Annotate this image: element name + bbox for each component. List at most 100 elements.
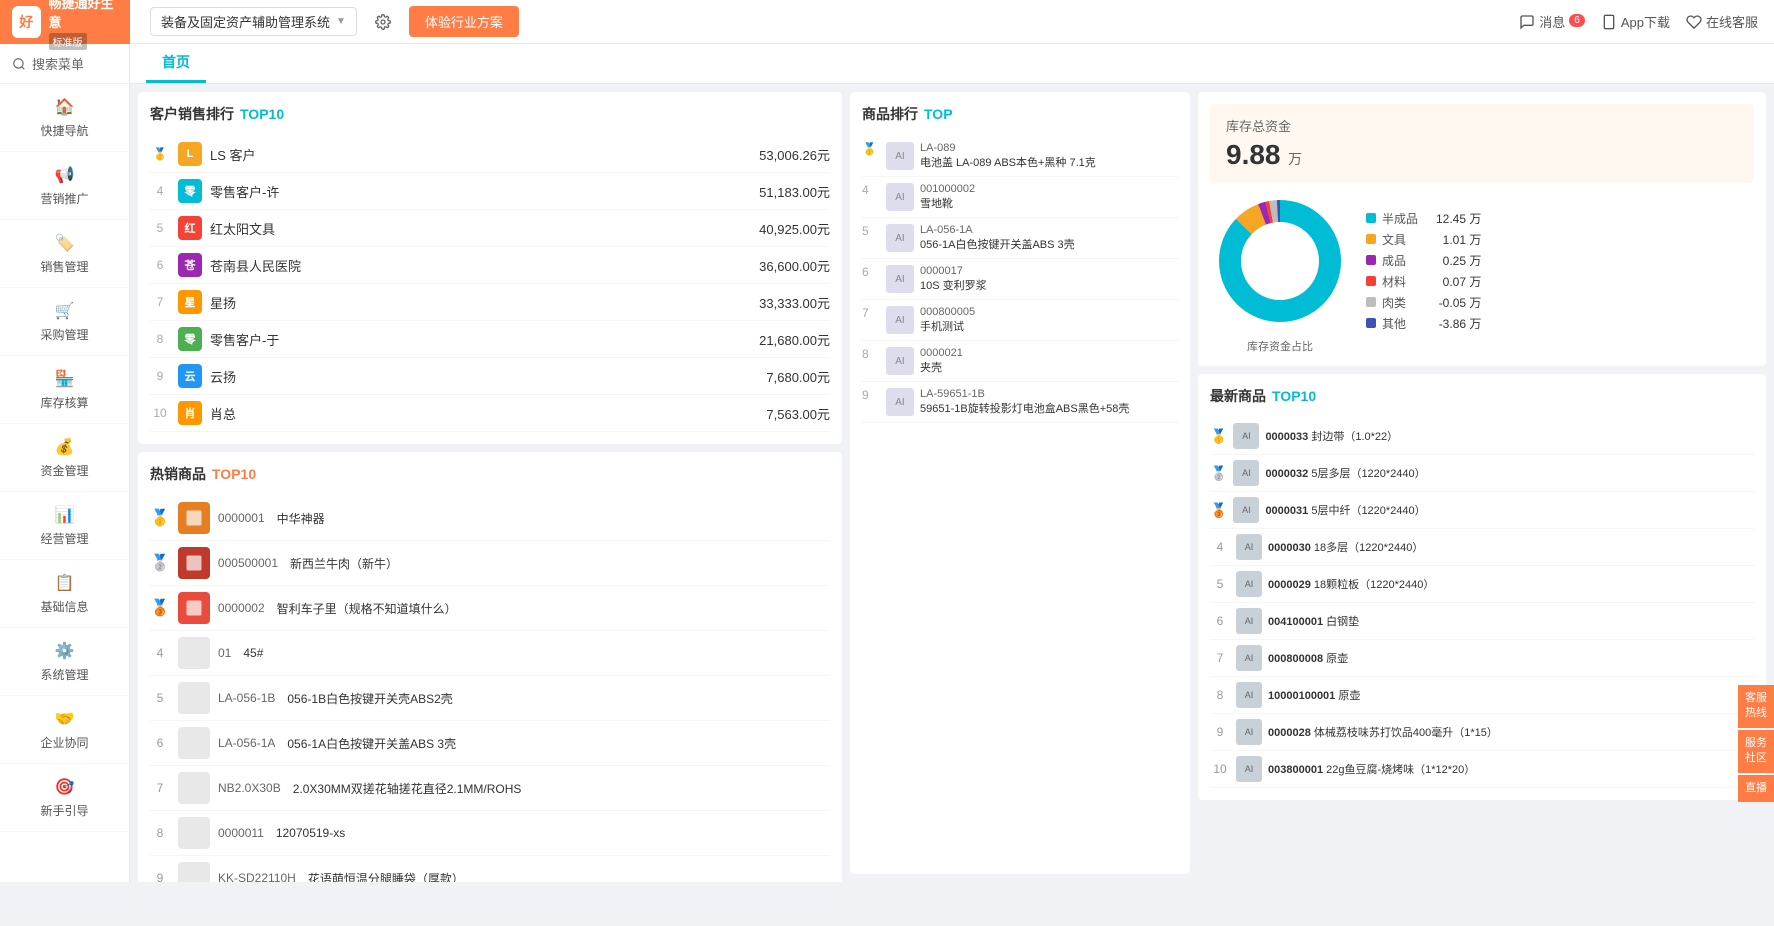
newest-item-10: 10 AI 003800001 22g鱼豆腐-烧烤味（1*12*20） [1210, 751, 1754, 788]
rank-badge: 零 [178, 327, 202, 351]
trial-button[interactable]: 体验行业方案 [409, 6, 519, 37]
legend-dot-4 [1366, 276, 1376, 286]
legend-name-3: 成品 [1382, 252, 1422, 269]
float-btn-service[interactable]: 客服热线 [1738, 685, 1774, 728]
product-desc-2: 雪地靴 [920, 195, 1178, 211]
app-body: 搜索菜单 🏠 快捷导航 📢 营销推广 🏷️ 销售管理 🛒 采购管理 🏪 库存核算… [0, 44, 1774, 882]
ranking-row-4: 6 苍 苍南县人民医院 36,600.00元 [150, 247, 830, 284]
legend-name-4: 材料 [1382, 273, 1422, 290]
sidebar-item-inventory[interactable]: 🏪 库存核算 [0, 356, 129, 424]
top-product-item-2: 4 AI 001000002 雪地靴 [862, 177, 1178, 218]
float-btn-live[interactable]: 直播 [1738, 775, 1774, 802]
hot-product-row-2: 🥈 000500001 新西兰牛肉（新牛） [150, 541, 830, 586]
rank-badge: 红 [178, 216, 202, 240]
product-thumb-3 [178, 592, 210, 624]
online-service-label: 在线客服 [1706, 12, 1758, 31]
sidebar-item-basic-info[interactable]: 📋 基础信息 [0, 560, 129, 628]
rank-name: 红太阳文具 [210, 219, 751, 238]
hot-products-title: 热销商品 TOP10 [150, 464, 830, 484]
sidebar-label-finance: 资金管理 [40, 462, 88, 479]
product-thumb-1 [178, 502, 210, 534]
sidebar-label-system: 系统管理 [40, 666, 88, 683]
sidebar-item-guide[interactable]: 🎯 新手引导 [0, 764, 129, 832]
product-gray-thumb-6: AI [886, 347, 914, 375]
rank-num: 8 [150, 332, 170, 346]
sidebar-item-management[interactable]: 📊 经营管理 [0, 492, 129, 560]
newest-thumb-5: AI [1236, 571, 1262, 597]
online-service-button[interactable]: 在线客服 [1686, 12, 1758, 31]
newest-item-2: 🥈 AI 0000032 5层多层（1220*2440） [1210, 455, 1754, 492]
rank-num: 4 [150, 184, 170, 198]
rank-name: 苍南县人民医院 [210, 256, 751, 275]
product-thumb-9 [178, 862, 210, 882]
customer-ranking-top: TOP10 [240, 106, 284, 122]
sidebar-item-system[interactable]: ⚙️ 系统管理 [0, 628, 129, 696]
newest-info-9: 0000028 体械荔枝味苏打饮品400毫升（1*15） [1268, 724, 1754, 740]
newest-info-10: 003800001 22g鱼豆腐-烧烤味（1*12*20） [1268, 761, 1754, 777]
rank-num: 5 [150, 221, 170, 235]
top-rank-2: 4 [862, 183, 880, 197]
product-name-8: 12070519-xs [276, 826, 345, 840]
rank-num-5: 5 [150, 691, 170, 705]
rank-value: 51,183.00元 [759, 182, 830, 201]
stock-total-value: 9.88 [1226, 139, 1281, 170]
gear-button[interactable] [369, 8, 397, 36]
product-desc-6: 夹壳 [920, 359, 1178, 375]
sidebar-label-enterprise: 企业协同 [40, 734, 88, 751]
product-code-sm-3: LA-056-1A [920, 224, 1178, 236]
ranking-row-3: 5 红 红太阳文具 40,925.00元 [150, 210, 830, 247]
newest-rank-2: 🥈 [1210, 465, 1227, 482]
newest-item-4: 4 AI 0000030 18多层（1220*2440） [1210, 529, 1754, 566]
product-gray-thumb-4: AI [886, 265, 914, 293]
hot-products-top-label: TOP10 [212, 466, 256, 482]
product-code-2: 000500001 [218, 556, 278, 570]
content-area: 客户销售排行 TOP10 🥇 L LS 客户 53,006.26元 4 零 [130, 84, 1774, 882]
hot-products-list: 🥇 0000001 中华神器 🥈 00050 [150, 496, 830, 882]
hot-product-row-9: 9 KK-SD22110H 花语萌恒温分腿睡袋（厚款） [150, 856, 830, 882]
ranking-row-7: 9 云 云扬 7,680.00元 [150, 358, 830, 395]
app-download-button[interactable]: App下载 [1601, 12, 1670, 31]
legend-value-5: -0.05 万 [1431, 294, 1482, 311]
sidebar-item-quicknav[interactable]: 🏠 快捷导航 [0, 84, 129, 152]
float-btn-community[interactable]: 服务社区 [1738, 730, 1774, 773]
product-thumb-6 [178, 727, 210, 759]
message-label: 消息 [1539, 12, 1565, 31]
sidebar-item-marketing[interactable]: 📢 营销推广 [0, 152, 129, 220]
product-info-3: LA-056-1A 056-1A白色按键开关盖ABS 3壳 [920, 224, 1178, 252]
sidebar-item-finance[interactable]: 💰 资金管理 [0, 424, 129, 492]
product-code-sm-5: 000800005 [920, 306, 1178, 318]
sidebar-item-sales[interactable]: 🏷️ 销售管理 [0, 220, 129, 288]
system-selector[interactable]: 装备及固定资产辅助管理系统 ▼ [150, 7, 357, 36]
newest-thumb-9: AI [1236, 719, 1262, 745]
newest-rank-10: 10 [1210, 762, 1230, 776]
basic-info-icon: 📋 [54, 572, 76, 594]
left-panel: 客户销售排行 TOP10 🥇 L LS 客户 53,006.26元 4 零 [130, 84, 850, 882]
product-thumb-7 [178, 772, 210, 804]
newest-rank-4: 4 [1210, 540, 1230, 554]
medal-icon-3: 🥉 [150, 598, 170, 618]
sidebar-label-sales: 销售管理 [40, 258, 88, 275]
top-product-item-5: 7 AI 000800005 手机测试 [862, 300, 1178, 341]
legend-value-3: 0.25 万 [1435, 252, 1482, 269]
hot-product-row-3: 🥉 0000002 智利车子里（规格不知道填什么） [150, 586, 830, 631]
legend-name-2: 文具 [1382, 231, 1422, 248]
sidebar-item-purchase[interactable]: 🛒 采购管理 [0, 288, 129, 356]
ranking-row-8: 10 肖 肖总 7,563.00元 [150, 395, 830, 432]
search-menu-button[interactable]: 搜索菜单 [0, 44, 129, 84]
chevron-down-icon: ▼ [336, 16, 346, 27]
tab-home[interactable]: 首页 [146, 44, 206, 83]
product-desc-4: 10S 变利罗浆 [920, 277, 1178, 293]
newest-products-title: 最新商品 TOP10 [1210, 386, 1754, 406]
product-code-7: NB2.0X30B [218, 781, 281, 795]
newest-rank-9: 9 [1210, 725, 1230, 739]
newest-thumb-10: AI [1236, 756, 1262, 782]
newest-rank-5: 5 [1210, 577, 1230, 591]
legend-item-5: 肉类 -0.05 万 [1366, 294, 1481, 311]
message-button[interactable]: 消息 6 [1519, 12, 1585, 31]
hot-products-label: 热销商品 [150, 464, 206, 484]
legend-name-5: 肉类 [1382, 294, 1422, 311]
newest-rank-7: 7 [1210, 651, 1230, 665]
sidebar-item-enterprise[interactable]: 🤝 企业协同 [0, 696, 129, 764]
stock-total-unit: 万 [1288, 151, 1302, 167]
ranking-row-1: 🥇 L LS 客户 53,006.26元 [150, 136, 830, 173]
